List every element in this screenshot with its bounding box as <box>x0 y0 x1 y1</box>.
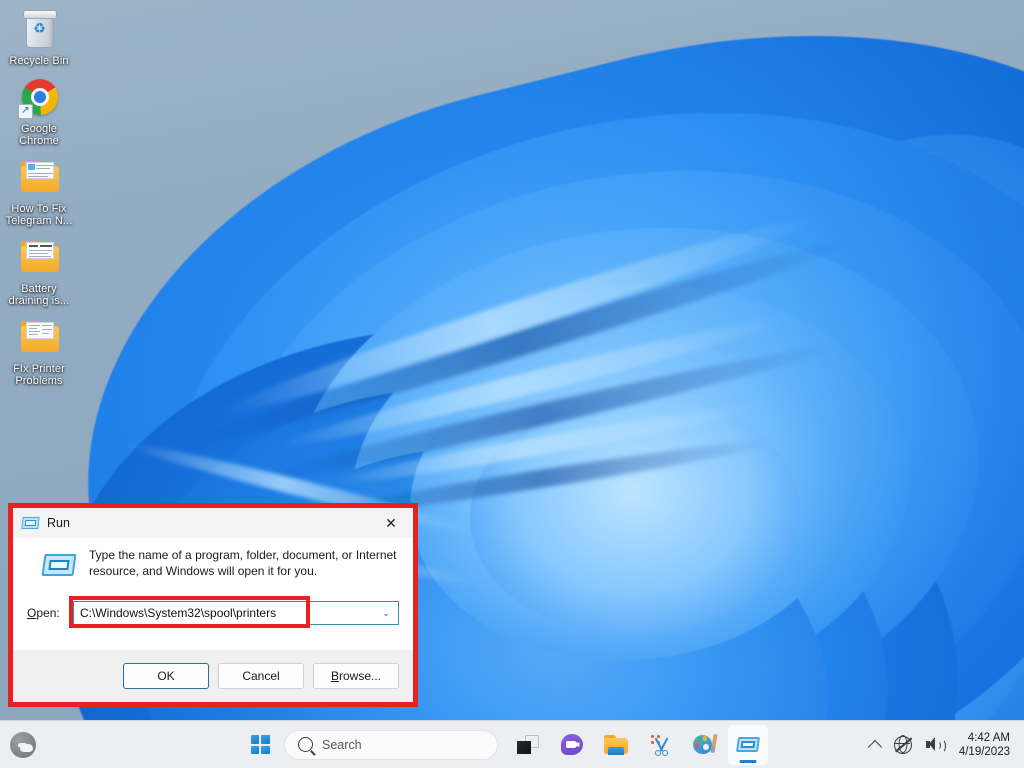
run-description-text: Type the name of a program, folder, docu… <box>89 548 397 578</box>
run-dialog-body: Type the name of a program, folder, docu… <box>13 538 413 650</box>
windows-logo-icon <box>250 735 270 754</box>
file-explorer-icon <box>604 734 628 755</box>
browse-accelerator: B <box>330 669 339 683</box>
close-icon[interactable]: ✕ <box>369 508 413 538</box>
desktop-icon-label: Battery draining is... <box>8 282 70 308</box>
run-dialog-annotation-box: Run ✕ Type the name of a program, folder… <box>8 503 418 707</box>
network-status-button[interactable] <box>888 728 918 762</box>
globe-no-internet-icon <box>893 735 912 754</box>
folder-icon <box>15 314 63 360</box>
run-open-input[interactable] <box>74 602 374 624</box>
run-open-label-rest: pen: <box>36 606 60 620</box>
snipping-tool-icon <box>649 734 671 756</box>
desktop-icon-google-chrome[interactable]: ↗ Google Chrome <box>0 74 78 148</box>
run-open-combobox[interactable]: ⌄ <box>73 601 399 625</box>
run-large-icon <box>41 552 77 582</box>
run-dialog-title: Run <box>47 516 70 530</box>
start-button[interactable] <box>240 725 280 765</box>
taskbar-item-snipping-tool[interactable] <box>640 725 680 765</box>
ok-button[interactable]: OK <box>123 663 209 689</box>
system-tray: 4:42 AM 4/19/2023 <box>864 728 1024 762</box>
recycle-bin-icon: ♻ <box>15 6 63 52</box>
chrome-icon: ↗ <box>15 74 63 120</box>
taskbar-center-region: Search <box>240 724 864 765</box>
clock-time: 4:42 AM <box>967 731 1010 744</box>
folder-icon <box>15 234 63 280</box>
run-open-row: Open: ⌄ <box>27 596 399 630</box>
taskbar-item-paint[interactable] <box>684 725 724 765</box>
taskbar-left-region <box>0 731 240 758</box>
paint-icon <box>692 733 718 755</box>
taskbar-item-run[interactable] <box>728 724 768 765</box>
chevron-up-icon <box>867 739 882 754</box>
taskbar-item-task-view[interactable] <box>508 725 548 765</box>
desktop-icon-label: How To Fix Telegram N... <box>5 202 73 228</box>
volume-button[interactable] <box>920 728 949 762</box>
run-open-accelerator: O <box>27 606 37 620</box>
run-dialog: Run ✕ Type the name of a program, folder… <box>13 508 413 702</box>
desktop-icon-label: FIx Printer Problems <box>13 362 65 388</box>
desktop-icon-folder-battery[interactable]: Battery draining is... <box>0 234 78 308</box>
browse-button[interactable]: Browse... <box>313 663 399 689</box>
clock-date: 4/19/2023 <box>958 745 1010 758</box>
desktop-icon-column: ♻ Recycle Bin ↗ Google Chrome How To Fix… <box>0 0 90 392</box>
taskbar-item-chat[interactable] <box>552 725 592 765</box>
show-hidden-icons-button[interactable] <box>864 728 886 762</box>
search-icon <box>298 737 313 752</box>
run-window-icon <box>21 516 40 530</box>
weather-cloud-icon[interactable] <box>10 731 36 758</box>
desktop-icon-label: Google Chrome <box>19 122 59 148</box>
desktop-icon-folder-telegram[interactable]: How To Fix Telegram N... <box>0 154 78 228</box>
desktop-icon-recycle-bin[interactable]: ♻ Recycle Bin <box>0 6 78 68</box>
desktop-screen: ♻ Recycle Bin ↗ Google Chrome How To Fix… <box>0 0 1024 768</box>
task-view-icon <box>517 735 539 754</box>
folder-icon <box>15 154 63 200</box>
taskbar-item-file-explorer[interactable] <box>596 725 636 765</box>
speaker-icon <box>925 737 946 753</box>
desktop-icon-folder-printer[interactable]: FIx Printer Problems <box>0 314 78 388</box>
search-input[interactable]: Search <box>284 729 498 760</box>
desktop-icon-label: Recycle Bin <box>9 55 69 67</box>
search-placeholder: Search <box>322 737 362 752</box>
cancel-button[interactable]: Cancel <box>218 663 304 689</box>
shortcut-arrow-icon: ↗ <box>18 103 33 119</box>
run-app-icon <box>735 736 761 754</box>
chevron-down-icon[interactable]: ⌄ <box>374 602 398 624</box>
taskbar: Search 4:42 AM 4/19/2023 <box>0 720 1024 768</box>
run-description-row: Type the name of a program, folder, docu… <box>27 548 399 582</box>
run-dialog-titlebar[interactable]: Run ✕ <box>13 508 413 538</box>
browse-label-rest: rowse... <box>339 669 382 683</box>
run-open-label: Open: <box>27 606 73 620</box>
clock[interactable]: 4:42 AM 4/19/2023 <box>951 731 1014 759</box>
run-dialog-buttons: OK Cancel Browse... <box>13 650 413 702</box>
chat-icon <box>561 734 583 755</box>
